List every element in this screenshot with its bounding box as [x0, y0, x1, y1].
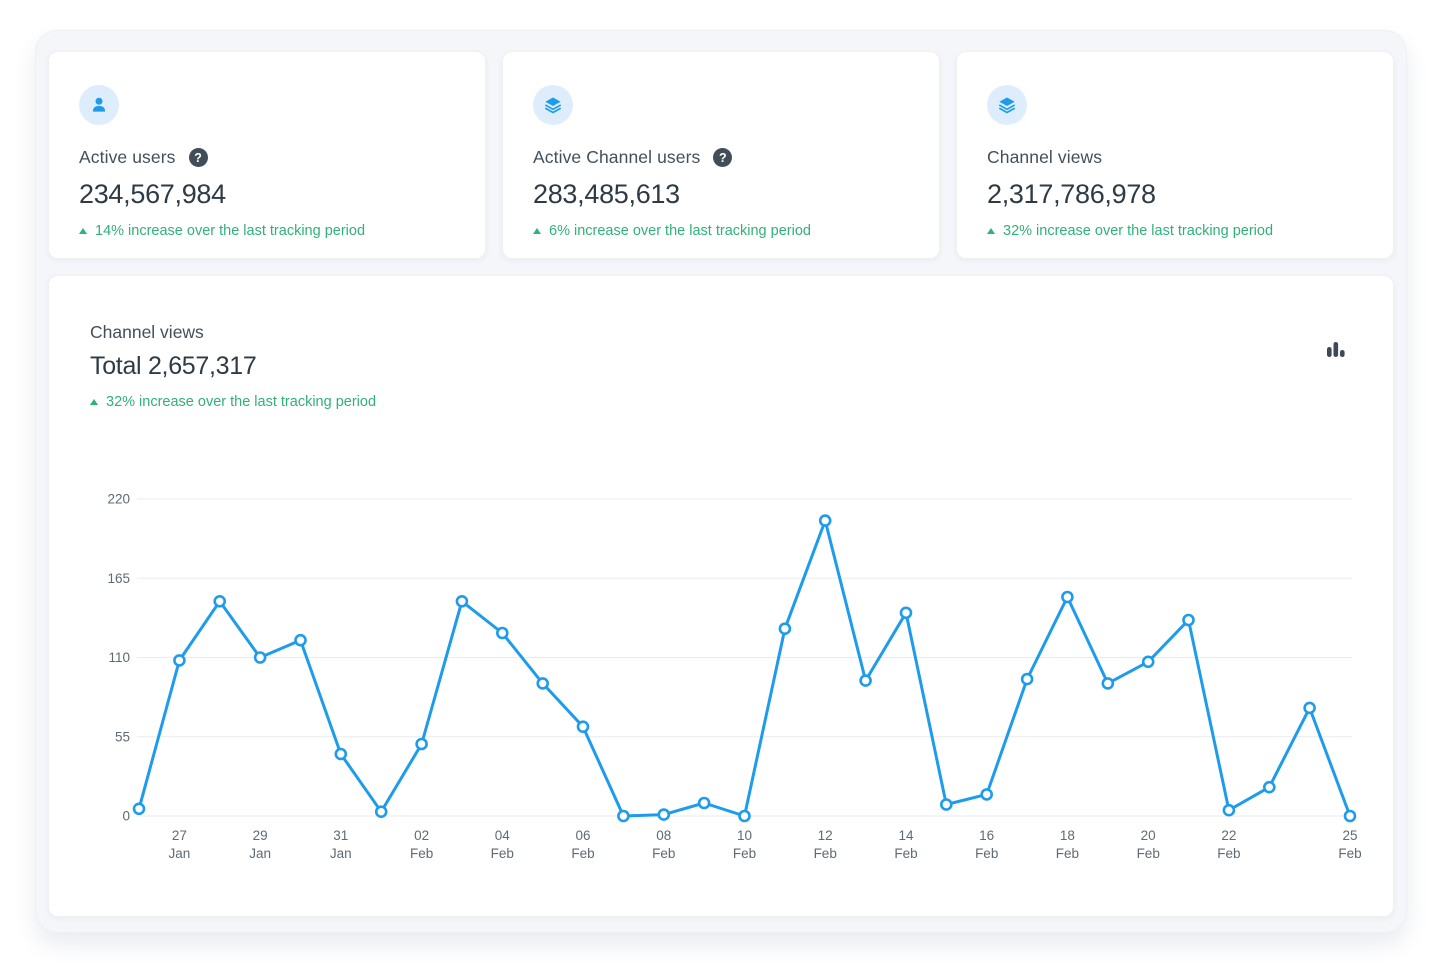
x-tick-label: 02 — [414, 828, 429, 843]
x-tick-label: Feb — [1056, 846, 1079, 861]
y-tick-label: 55 — [115, 729, 130, 744]
increase-arrow-icon — [987, 228, 995, 234]
data-point[interactable] — [941, 800, 951, 810]
stat-card-value: 283,485,613 — [533, 179, 909, 210]
dashboard-container: Active users ? 234,567,984 14% increase … — [35, 30, 1407, 933]
data-point[interactable] — [1345, 811, 1355, 821]
data-point[interactable] — [901, 608, 911, 618]
stat-card-title: Channel views — [987, 147, 1102, 168]
data-point[interactable] — [740, 811, 750, 821]
x-tick-label: 14 — [898, 828, 914, 843]
stat-card-active-channel-users: Active Channel users ? 283,485,613 6% in… — [502, 51, 940, 259]
stats-row: Active users ? 234,567,984 14% increase … — [48, 51, 1394, 259]
x-tick-label: 06 — [575, 828, 590, 843]
stat-card-active-users: Active users ? 234,567,984 14% increase … — [48, 51, 486, 259]
data-point[interactable] — [1264, 782, 1274, 792]
data-point[interactable] — [134, 804, 144, 814]
increase-arrow-icon — [79, 228, 87, 234]
x-tick-label: Feb — [410, 846, 433, 861]
stat-card-delta: 6% increase over the last tracking perio… — [549, 223, 811, 239]
y-tick-label: 220 — [107, 492, 130, 507]
x-tick-label: 16 — [979, 828, 994, 843]
layers-icon — [987, 85, 1027, 125]
x-tick-label: 12 — [818, 828, 833, 843]
stat-card-delta: 32% increase over the last tracking peri… — [1003, 223, 1273, 239]
data-point[interactable] — [578, 722, 588, 732]
data-point[interactable] — [174, 655, 184, 665]
x-tick-label: Jan — [249, 846, 271, 861]
y-tick-label: 110 — [108, 650, 130, 665]
data-point[interactable] — [982, 789, 992, 799]
x-tick-label: Feb — [814, 846, 837, 861]
stat-card-title: Active Channel users — [533, 147, 700, 168]
data-point[interactable] — [215, 596, 225, 606]
data-point[interactable] — [417, 739, 427, 749]
data-point[interactable] — [1305, 703, 1315, 713]
chart-card: Channel views Total 2,657,317 32% increa… — [48, 275, 1394, 917]
x-tick-label: Jan — [169, 846, 191, 861]
data-point[interactable] — [376, 807, 386, 817]
help-icon[interactable]: ? — [189, 148, 208, 167]
x-tick-label: Feb — [571, 846, 594, 861]
stat-card-delta: 14% increase over the last tracking peri… — [95, 223, 365, 239]
y-tick-label: 165 — [107, 571, 130, 586]
line-series — [139, 521, 1350, 816]
data-point[interactable] — [1224, 805, 1234, 815]
data-point[interactable] — [1103, 678, 1113, 688]
data-point[interactable] — [336, 749, 346, 759]
x-tick-label: Feb — [1217, 846, 1240, 861]
x-tick-label: Feb — [1338, 846, 1361, 861]
x-tick-label: 10 — [737, 828, 752, 843]
help-icon[interactable]: ? — [713, 148, 732, 167]
data-point[interactable] — [1184, 615, 1194, 625]
x-tick-label: Jan — [330, 846, 352, 861]
data-point[interactable] — [820, 516, 830, 526]
x-tick-label: 08 — [656, 828, 671, 843]
stat-card-channel-views: Channel views 2,317,786,978 32% increase… — [956, 51, 1394, 259]
increase-arrow-icon — [533, 228, 541, 234]
data-point[interactable] — [861, 676, 871, 686]
user-icon — [79, 85, 119, 125]
x-tick-label: Feb — [1137, 846, 1160, 861]
layers-icon — [533, 85, 573, 125]
data-point[interactable] — [780, 624, 790, 634]
data-point[interactable] — [618, 811, 628, 821]
data-point[interactable] — [457, 596, 467, 606]
data-point[interactable] — [538, 678, 548, 688]
x-tick-label: Feb — [894, 846, 917, 861]
x-tick-label: 27 — [172, 828, 187, 843]
line-chart: 220 165 110 55 0 27 Jan 29 Jan 31 Jan 02 Feb 04 Feb 06 F… — [49, 276, 1395, 920]
x-tick-label: 18 — [1060, 828, 1075, 843]
x-tick-label: Feb — [975, 846, 998, 861]
data-point[interactable] — [699, 798, 709, 808]
data-point[interactable] — [497, 628, 507, 638]
x-tick-label: 31 — [333, 828, 348, 843]
data-point[interactable] — [255, 653, 265, 663]
x-tick-label: Feb — [652, 846, 675, 861]
x-tick-label: 22 — [1221, 828, 1236, 843]
y-tick-label: 0 — [122, 809, 130, 824]
data-point[interactable] — [659, 810, 669, 820]
stat-card-value: 2,317,786,978 — [987, 179, 1363, 210]
x-tick-label: Feb — [491, 846, 514, 861]
stat-card-title: Active users — [79, 147, 176, 168]
x-tick-label: 29 — [253, 828, 268, 843]
data-point[interactable] — [1143, 657, 1153, 667]
stat-card-value: 234,567,984 — [79, 179, 455, 210]
x-tick-label: Feb — [733, 846, 756, 861]
data-point[interactable] — [1062, 592, 1072, 602]
x-tick-label: 20 — [1141, 828, 1156, 843]
x-tick-label: 25 — [1342, 828, 1357, 843]
data-point[interactable] — [296, 635, 306, 645]
data-point[interactable] — [1022, 674, 1032, 684]
x-tick-label: 04 — [495, 828, 511, 843]
